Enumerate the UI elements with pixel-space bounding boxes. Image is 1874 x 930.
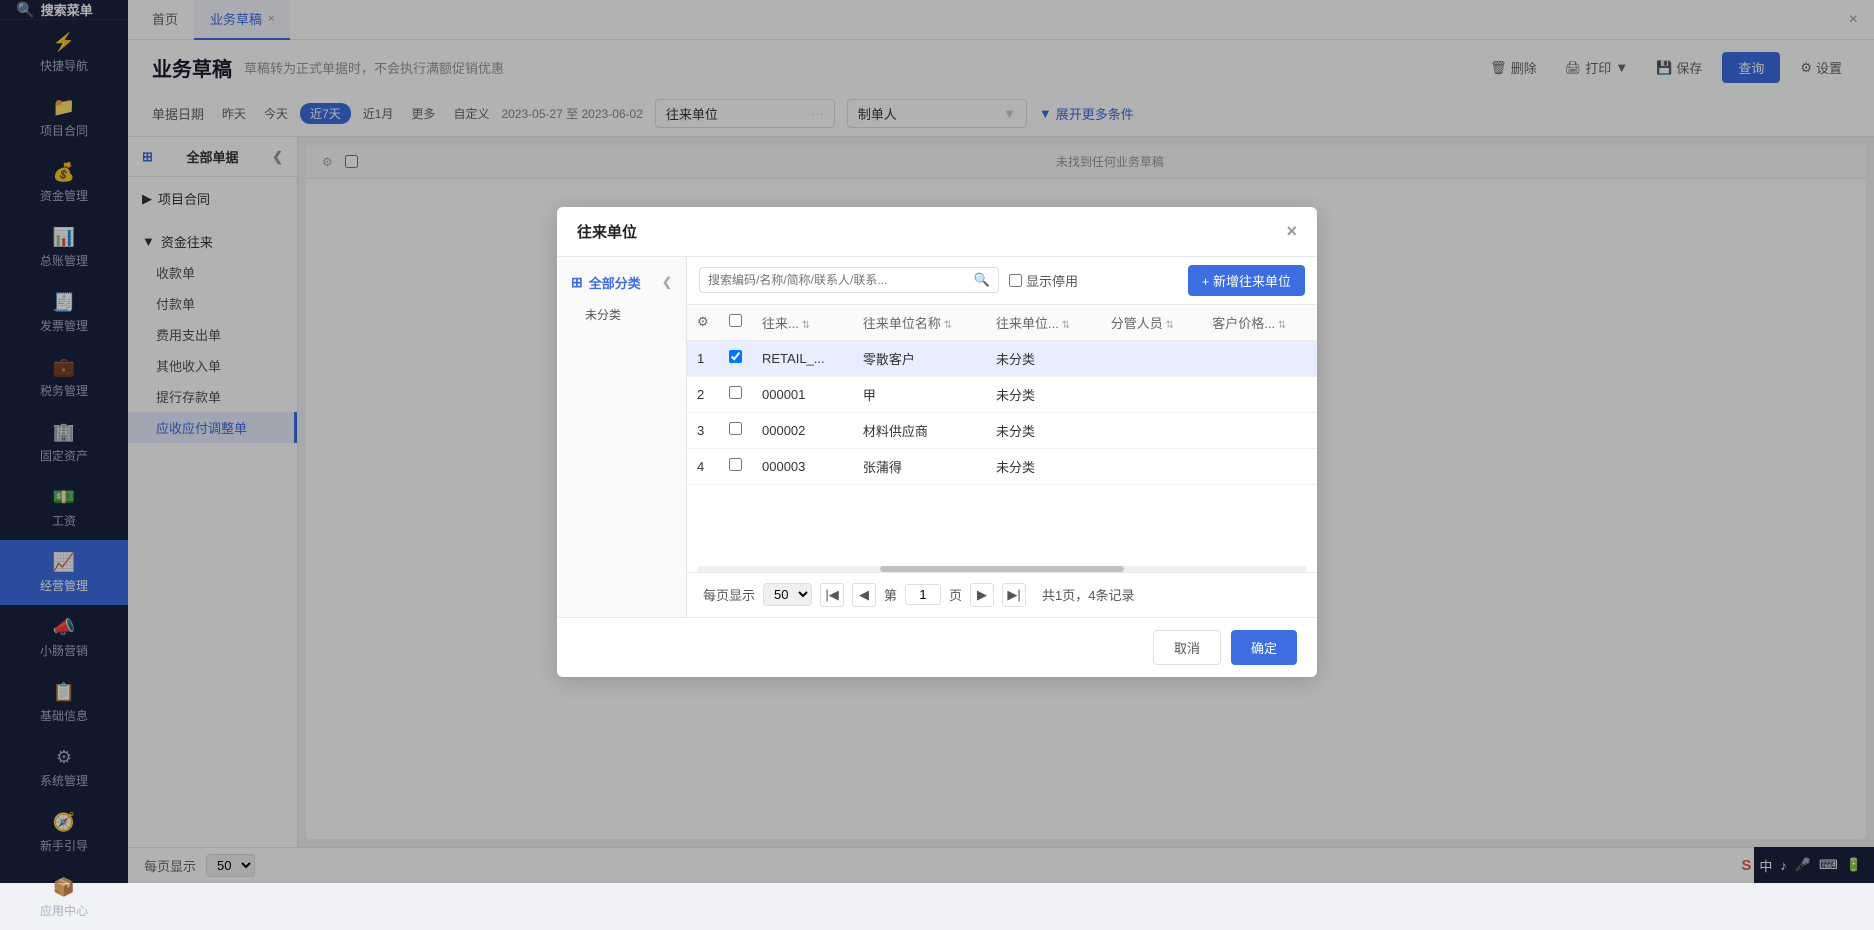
modal-search-box[interactable]: 🔍 <box>699 267 999 293</box>
page-unit: 页 <box>949 585 962 604</box>
row-category: 未分类 <box>986 340 1101 376</box>
row-price <box>1202 340 1317 376</box>
modal-scrollbar-thumb[interactable] <box>880 566 1124 572</box>
row-num: 1 <box>687 340 719 376</box>
row-name: 材料供应商 <box>853 412 986 448</box>
modal-scrollbar[interactable] <box>697 566 1307 572</box>
row-category: 未分类 <box>986 412 1101 448</box>
page-input[interactable] <box>905 584 941 605</box>
table-row[interactable]: 3 000002 材料供应商 未分类 <box>687 412 1317 448</box>
table-row[interactable]: 1 RETAIL_... 零散客户 未分类 <box>687 340 1317 376</box>
modal-header: 往来单位 × <box>557 207 1317 257</box>
th-code[interactable]: 往来... <box>752 305 853 341</box>
category-grid-icon: ⊞ <box>571 274 583 291</box>
row-code: 000003 <box>752 448 853 484</box>
table-row[interactable]: 4 000003 张蒲得 未分类 <box>687 448 1317 484</box>
row-price <box>1202 448 1317 484</box>
table-select-all[interactable] <box>729 314 742 327</box>
modal-right-panel: 🔍 显示停用 + 新增往来单位 ⚙ <box>687 257 1317 617</box>
first-page-btn[interactable]: |◀ <box>820 583 844 607</box>
th-manager[interactable]: 分管人员 <box>1101 305 1203 341</box>
page-size-label: 每页显示 <box>703 585 755 604</box>
page-size-select[interactable]: 50 <box>763 583 812 606</box>
row-num: 3 <box>687 412 719 448</box>
row-checkbox[interactable] <box>729 422 742 435</box>
row-manager <box>1101 376 1203 412</box>
add-partner-btn[interactable]: + 新增往来单位 <box>1188 265 1305 296</box>
th-name[interactable]: 往来单位名称 <box>853 305 986 341</box>
row-category: 未分类 <box>986 376 1101 412</box>
th-checkbox[interactable] <box>719 305 752 341</box>
modal-left-panel: ⊞ 全部分类 ❮ 未分类 <box>557 257 687 617</box>
th-category[interactable]: 往来单位... <box>986 305 1101 341</box>
show-disabled-label[interactable]: 显示停用 <box>1009 271 1078 290</box>
row-name: 张蒲得 <box>853 448 986 484</box>
cancel-btn[interactable]: 取消 <box>1153 630 1221 665</box>
confirm-btn[interactable]: 确定 <box>1231 630 1297 665</box>
row-checkbox[interactable] <box>729 458 742 471</box>
next-page-btn[interactable]: ▶ <box>970 583 994 607</box>
row-checkbox[interactable] <box>729 350 742 363</box>
modal-search-input[interactable] <box>708 273 974 287</box>
row-code: 000001 <box>752 376 853 412</box>
modal-close-btn[interactable]: × <box>1286 221 1297 242</box>
row-manager <box>1101 412 1203 448</box>
table-row[interactable]: 2 000001 甲 未分类 <box>687 376 1317 412</box>
partner-modal: 往来单位 × ⊞ 全部分类 ❮ 未分类 🔍 <box>557 207 1317 677</box>
modal-title: 往来单位 <box>577 221 637 242</box>
show-disabled-checkbox[interactable] <box>1009 274 1022 287</box>
row-code: RETAIL_... <box>752 340 853 376</box>
row-name: 甲 <box>853 376 986 412</box>
row-price <box>1202 376 1317 412</box>
modal-toolbar: 🔍 显示停用 + 新增往来单位 <box>687 257 1317 305</box>
modal-table: ⚙ 往来... 往来单位名称 往来单位... 分管人员 客户价格... 1 <box>687 305 1317 566</box>
row-manager <box>1101 448 1203 484</box>
total-label: 共1页，4条记录 <box>1042 585 1134 604</box>
modal-actions: 取消 确定 <box>557 617 1317 677</box>
row-checkbox[interactable] <box>729 386 742 399</box>
th-price[interactable]: 客户价格... <box>1202 305 1317 341</box>
modal-pagination: 每页显示 50 |◀ ◀ 第 页 ▶ ▶| 共1页，4条记录 <box>687 572 1317 617</box>
row-code: 000002 <box>752 412 853 448</box>
last-page-btn[interactable]: ▶| <box>1002 583 1026 607</box>
modal-overlay[interactable]: 往来单位 × ⊞ 全部分类 ❮ 未分类 🔍 <box>0 0 1874 883</box>
search-icon: 🔍 <box>974 272 990 288</box>
prev-page-btn[interactable]: ◀ <box>852 583 876 607</box>
category-collapse-icon[interactable]: ❮ <box>662 275 672 289</box>
modal-body: ⊞ 全部分类 ❮ 未分类 🔍 显示停用 <box>557 257 1317 617</box>
modal-category-all[interactable]: ⊞ 全部分类 ❮ <box>557 265 686 300</box>
row-manager <box>1101 340 1203 376</box>
th-settings[interactable]: ⚙ <box>687 305 719 341</box>
row-category: 未分类 <box>986 448 1101 484</box>
row-price <box>1202 412 1317 448</box>
page-label: 第 <box>884 585 897 604</box>
row-name: 零散客户 <box>853 340 986 376</box>
modal-category-unclassified[interactable]: 未分类 <box>557 300 686 329</box>
row-num: 2 <box>687 376 719 412</box>
row-num: 4 <box>687 448 719 484</box>
